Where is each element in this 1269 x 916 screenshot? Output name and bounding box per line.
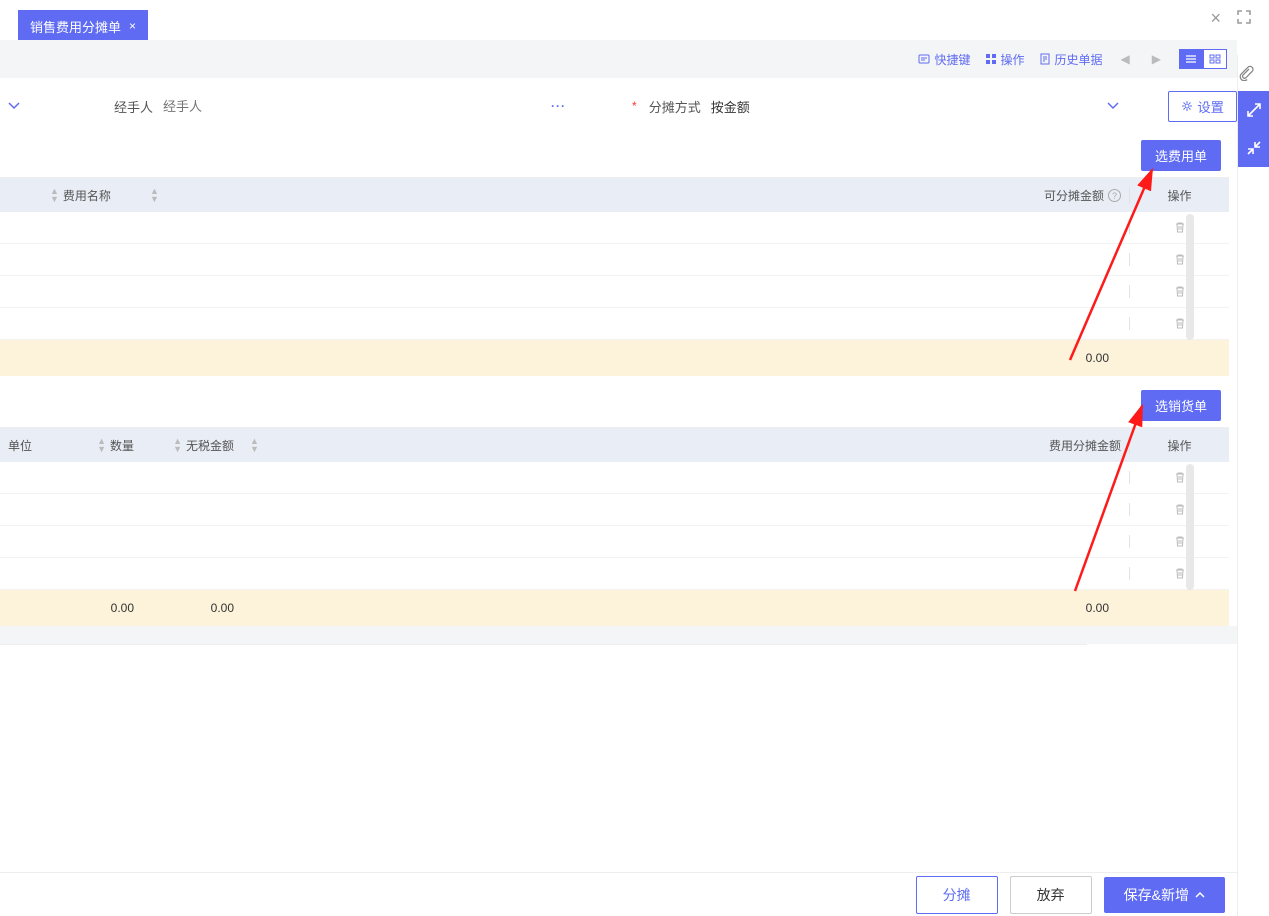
- expense-table: 费用名称 可分摊金额? 操作 0.00: [0, 177, 1229, 376]
- sort-icon[interactable]: [50, 187, 59, 203]
- sales-table: 单位 数量 无税金额 费用分摊金额 操作 0.00 0.00 0.00: [0, 427, 1229, 626]
- scrollbar[interactable]: [1186, 464, 1194, 590]
- handler-input[interactable]: [163, 99, 543, 114]
- sort-icon[interactable]: [150, 187, 159, 203]
- side-rail: [1237, 55, 1269, 916]
- sales-sum-row: 0.00 0.00 0.00: [0, 590, 1229, 626]
- table-row[interactable]: [0, 276, 1229, 308]
- required-mark: *: [632, 99, 637, 113]
- sort-icon[interactable]: [250, 437, 259, 453]
- col-qty[interactable]: 数量: [110, 437, 134, 454]
- history-link[interactable]: 历史单据: [1039, 51, 1103, 68]
- toolbar: 快捷键 操作 历史单据 ◀ ▶: [0, 40, 1237, 78]
- save-new-button[interactable]: 保存&新增: [1104, 877, 1225, 913]
- operate-link[interactable]: 操作: [985, 51, 1025, 68]
- handler-label: 经手人: [114, 97, 153, 116]
- prev-icon[interactable]: ◀: [1117, 52, 1134, 66]
- col-operate: 操作: [1167, 187, 1191, 204]
- sum-qty: 0.00: [111, 601, 134, 615]
- sort-icon[interactable]: [97, 437, 106, 453]
- sort-icon[interactable]: [173, 437, 182, 453]
- divider: [0, 626, 1237, 644]
- handler-more-icon[interactable]: ···: [551, 99, 566, 113]
- tab-title: 销售费用分摊单: [30, 17, 121, 36]
- expense-sum-row: 0.00: [0, 340, 1229, 376]
- method-dropdown-icon[interactable]: [1099, 102, 1127, 110]
- delete-icon[interactable]: [1174, 567, 1186, 580]
- col-unit[interactable]: 单位: [8, 437, 32, 454]
- allocate-button[interactable]: 分摊: [916, 876, 998, 914]
- footer: 分摊 放弃 保存&新增: [0, 872, 1237, 916]
- delete-icon[interactable]: [1174, 285, 1186, 298]
- table-row[interactable]: [0, 308, 1229, 340]
- page-close-icon[interactable]: ×: [1210, 8, 1221, 29]
- tab-close-icon[interactable]: ×: [129, 19, 136, 33]
- fullscreen-icon[interactable]: [1237, 10, 1251, 24]
- table-row[interactable]: [0, 494, 1229, 526]
- method-label: 分摊方式: [649, 97, 701, 116]
- attachment-icon[interactable]: [1238, 55, 1269, 91]
- discard-button[interactable]: 放弃: [1010, 876, 1092, 914]
- history-label: 历史单据: [1055, 51, 1103, 68]
- col-operate: 操作: [1167, 437, 1191, 454]
- view-card-icon[interactable]: [1203, 49, 1227, 69]
- next-icon[interactable]: ▶: [1148, 52, 1165, 66]
- method-value[interactable]: 按金额: [711, 97, 1091, 116]
- tab-sales-expense-alloc[interactable]: 销售费用分摊单 ×: [18, 10, 148, 42]
- shortcut-link[interactable]: 快捷键: [918, 51, 970, 68]
- expand-out-icon[interactable]: [1238, 91, 1269, 129]
- delete-icon[interactable]: [1174, 253, 1186, 266]
- delete-icon[interactable]: [1174, 317, 1186, 330]
- help-icon[interactable]: ?: [1108, 189, 1121, 202]
- shortcut-label: 快捷键: [934, 51, 970, 68]
- settings-button[interactable]: 设置: [1168, 91, 1237, 122]
- table-row[interactable]: [0, 244, 1229, 276]
- table-row[interactable]: [0, 212, 1229, 244]
- table-row[interactable]: [0, 558, 1229, 590]
- select-expense-button[interactable]: 选费用单: [1141, 140, 1221, 171]
- delete-icon[interactable]: [1174, 471, 1186, 484]
- sum-alloc-amount: 0.00: [1086, 351, 1109, 365]
- sum-notax: 0.00: [211, 601, 234, 615]
- col-expense-name[interactable]: 费用名称: [63, 187, 111, 204]
- table-row[interactable]: [0, 462, 1229, 494]
- expand-in-icon[interactable]: [1238, 129, 1269, 167]
- sum-alloc: 0.00: [1086, 601, 1109, 615]
- delete-icon[interactable]: [1174, 535, 1186, 548]
- operate-label: 操作: [1001, 51, 1025, 68]
- select-sales-button[interactable]: 选销货单: [1141, 390, 1221, 421]
- settings-label: 设置: [1197, 97, 1224, 116]
- delete-icon[interactable]: [1174, 503, 1186, 516]
- delete-icon[interactable]: [1174, 221, 1186, 234]
- col-notax[interactable]: 无税金额: [186, 437, 234, 454]
- col-alloc-amount[interactable]: 可分摊金额: [1044, 187, 1104, 204]
- save-new-label: 保存&新增: [1124, 885, 1189, 905]
- view-list-icon[interactable]: [1179, 49, 1203, 69]
- scrollbar[interactable]: [1186, 214, 1194, 340]
- table-row[interactable]: [0, 526, 1229, 558]
- dropdown-toggle-icon[interactable]: [0, 102, 28, 110]
- col-alloc[interactable]: 费用分摊金额: [1049, 437, 1121, 454]
- remark-area: [0, 644, 1087, 684]
